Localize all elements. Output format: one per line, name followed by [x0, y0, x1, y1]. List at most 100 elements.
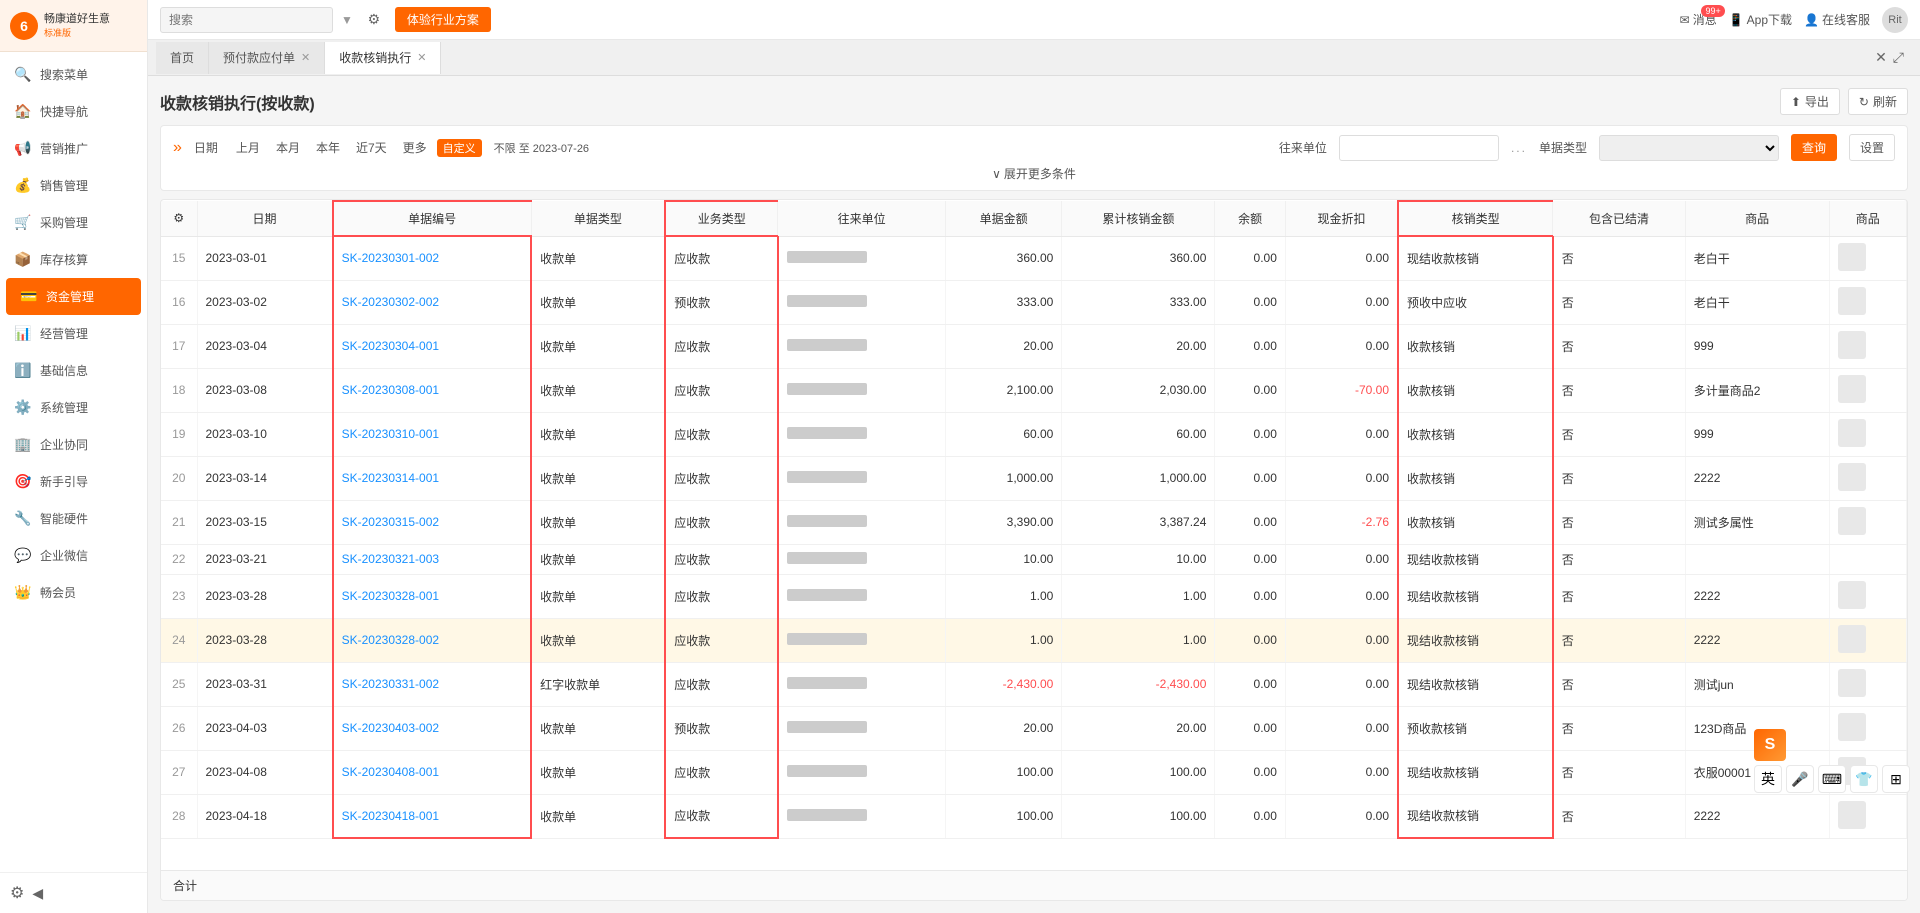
page-title: 收款核销执行(按收款)	[160, 90, 315, 114]
search-icon: 🔍	[14, 66, 32, 83]
cell-include-settled: 否	[1553, 236, 1685, 280]
tab-prepay[interactable]: 预付款应付单 ✕	[209, 42, 325, 74]
more-filter-dots[interactable]: ...	[1511, 141, 1527, 155]
filter-expand-left-icon[interactable]: »	[173, 139, 182, 157]
tab-collection[interactable]: 收款核销执行 ✕	[325, 42, 441, 74]
cell-write-off-type: 现结收款核销	[1398, 794, 1553, 838]
date-more-btn[interactable]: 更多	[397, 137, 433, 158]
sidebar-item-inventory[interactable]: 📦 库存核算	[0, 241, 147, 278]
sidebar-item-operations[interactable]: 📊 经营管理	[0, 315, 147, 352]
float-s-icon[interactable]: S	[1754, 729, 1786, 761]
sidebar-item-wechat[interactable]: 💬 企业微信	[0, 537, 147, 574]
cell-cash-discount: 0.00	[1285, 544, 1398, 574]
sidebar-item-member[interactable]: 👑 畅会员	[0, 574, 147, 611]
order-no-link[interactable]: SK-20230302-002	[342, 295, 439, 309]
cell-balance: 0.00	[1215, 412, 1286, 456]
date-custom-btn[interactable]: 自定义	[437, 139, 482, 157]
sidebar-item-label: 新手引导	[40, 473, 88, 490]
settings-gear-icon[interactable]: ⚙	[361, 7, 387, 33]
tab-home[interactable]: 首页	[156, 42, 209, 74]
order-no-link[interactable]: SK-20230403-002	[342, 721, 439, 735]
date-7days-btn[interactable]: 近7天	[350, 137, 393, 158]
cell-seq: 15	[161, 236, 197, 280]
float-mic-icon[interactable]: 🎤	[1786, 765, 1814, 793]
cell-counterpart	[778, 706, 946, 750]
order-no-link[interactable]: SK-20230321-003	[342, 552, 439, 566]
sidebar-item-marketing[interactable]: 📢 营销推广	[0, 130, 147, 167]
cell-voucher-type: 收款单	[531, 280, 665, 324]
order-no-link[interactable]: SK-20230328-001	[342, 589, 439, 603]
settings-button[interactable]: 设置	[1849, 134, 1895, 161]
cell-amount: 2,100.00	[945, 368, 1061, 412]
online-service-button[interactable]: 👤 在线客服	[1804, 11, 1870, 28]
user-avatar[interactable]: Rit	[1882, 7, 1908, 33]
cell-cumulative-amount: 10.00	[1062, 544, 1215, 574]
close-window-icon[interactable]: ✕	[1875, 49, 1887, 66]
refresh-button[interactable]: ↻ 刷新	[1848, 88, 1908, 115]
date-this-month-btn[interactable]: 本月	[270, 137, 306, 158]
order-no-link[interactable]: SK-20230331-002	[342, 677, 439, 691]
order-no-link[interactable]: SK-20230310-001	[342, 427, 439, 441]
cell-balance: 0.00	[1215, 280, 1286, 324]
sidebar-item-search[interactable]: 🔍 搜索菜单	[0, 56, 147, 93]
order-no-link[interactable]: SK-20230314-001	[342, 471, 439, 485]
sidebar-item-basic[interactable]: ℹ️ 基础信息	[0, 352, 147, 389]
order-no-link[interactable]: SK-20230301-002	[342, 251, 439, 265]
cell-biz-type: 应收款	[665, 456, 778, 500]
float-keyboard-icon[interactable]: ⌨	[1818, 765, 1846, 793]
date-last-month-btn[interactable]: 上月	[230, 137, 266, 158]
order-no-link[interactable]: SK-20230418-001	[342, 809, 439, 823]
float-english-icon[interactable]: 英	[1754, 765, 1782, 793]
date-this-year-btn[interactable]: 本年	[310, 137, 346, 158]
maximize-window-icon[interactable]: ⤢	[1893, 49, 1904, 66]
export-button[interactable]: ⬆ 导出	[1780, 88, 1840, 115]
solution-button[interactable]: 体验行业方案	[395, 7, 491, 32]
order-no-link[interactable]: SK-20230304-001	[342, 339, 439, 353]
counterpart-input[interactable]	[1339, 135, 1499, 161]
voucher-type-select[interactable]	[1599, 135, 1779, 161]
cell-biz-type: 应收款	[665, 750, 778, 794]
messages-button[interactable]: ✉ 消息 99+	[1680, 11, 1717, 28]
sidebar-item-sales[interactable]: 💰 销售管理	[0, 167, 147, 204]
sidebar-item-label: 系统管理	[40, 399, 88, 416]
sidebar-item-finance[interactable]: 💳 资金管理	[6, 278, 141, 315]
table-row: 23 2023-03-28 SK-20230328-001 收款单 应收款 1.…	[161, 574, 1907, 618]
sidebar-item-quicknav[interactable]: 🏠 快捷导航	[0, 93, 147, 130]
cell-seq: 18	[161, 368, 197, 412]
cell-biz-type: 预收款	[665, 280, 778, 324]
table-scroll[interactable]: ⚙ 日期 单据编号 单据类型 业务类型 往来单位 单据金额 累计核销金额 余额 …	[161, 200, 1907, 870]
expand-more-conditions[interactable]: ∨ 展开更多条件	[992, 165, 1076, 182]
sidebar-item-purchase[interactable]: 🛒 采购管理	[0, 204, 147, 241]
table-row: 21 2023-03-15 SK-20230315-002 收款单 应收款 3,…	[161, 500, 1907, 544]
cell-date: 2023-03-15	[197, 500, 333, 544]
logo-subtitle: 标准版	[44, 26, 110, 39]
float-user-icon[interactable]: 👕	[1850, 765, 1878, 793]
tab-prepay-close-icon[interactable]: ✕	[301, 51, 310, 64]
dropdown-arrow-icon[interactable]: ▼	[341, 13, 353, 27]
topbar-search-input[interactable]	[160, 7, 333, 33]
query-button[interactable]: 查询	[1791, 134, 1837, 161]
float-app-icon[interactable]: ⊞	[1882, 765, 1910, 793]
sidebar-item-system[interactable]: ⚙️ 系统管理	[0, 389, 147, 426]
table-row: 18 2023-03-08 SK-20230308-001 收款单 应收款 2,…	[161, 368, 1907, 412]
order-no-link[interactable]: SK-20230315-002	[342, 515, 439, 529]
sidebar-item-newbie[interactable]: 🎯 新手引导	[0, 463, 147, 500]
app-download-button[interactable]: 📱 App下载	[1729, 11, 1792, 28]
settings-footer-icon[interactable]: ⚙	[10, 883, 24, 903]
column-settings-icon[interactable]: ⚙	[173, 211, 184, 225]
order-no-link[interactable]: SK-20230308-001	[342, 383, 439, 397]
sidebar-item-company[interactable]: 🏢 企业协同	[0, 426, 147, 463]
export-label: 导出	[1805, 93, 1829, 110]
cell-counterpart	[778, 618, 946, 662]
sidebar-item-hardware[interactable]: 🔧 智能硬件	[0, 500, 147, 537]
cell-order-no: SK-20230418-001	[333, 794, 531, 838]
order-no-link[interactable]: SK-20230408-001	[342, 765, 439, 779]
order-no-link[interactable]: SK-20230328-002	[342, 633, 439, 647]
collapse-icon[interactable]: ◀	[32, 885, 43, 902]
cell-write-off-type: 收款核销	[1398, 500, 1553, 544]
tab-collection-close-icon[interactable]: ✕	[417, 51, 426, 64]
cell-cash-discount: 0.00	[1285, 794, 1398, 838]
cell-cumulative-amount: 60.00	[1062, 412, 1215, 456]
col-settings[interactable]: ⚙	[161, 201, 197, 236]
cell-product-img	[1829, 412, 1906, 456]
